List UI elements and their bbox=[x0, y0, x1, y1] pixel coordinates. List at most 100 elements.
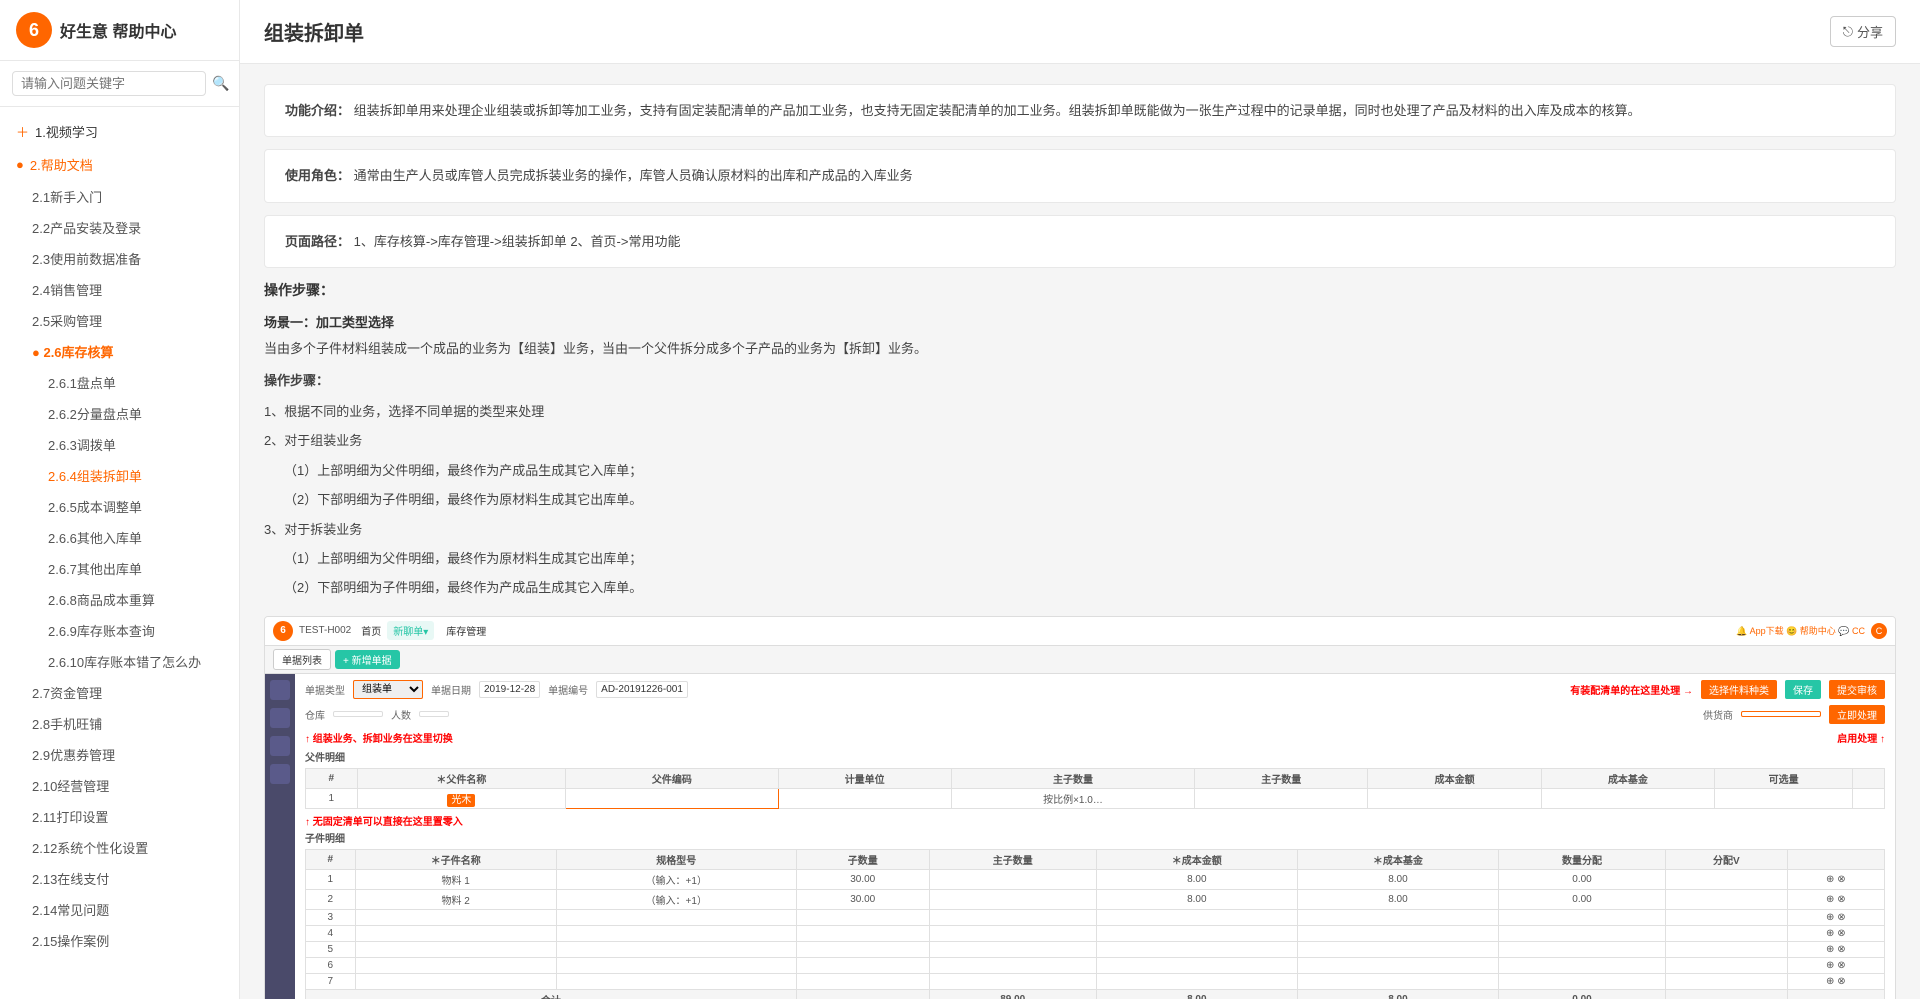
fake-sidebar-icon3 bbox=[270, 736, 290, 756]
page-header: 组装拆卸单 ⎋ 分享 bbox=[240, 0, 1920, 64]
fake-lower-row6: 6 ⊕ ⊗ bbox=[306, 957, 1885, 973]
sidebar-item-finance[interactable]: 2.7资金管理 bbox=[0, 677, 239, 708]
col-parent-code: 父件编码 bbox=[566, 768, 778, 788]
sidebar-item-video-learning[interactable]: ＋ 1.视频学习 bbox=[0, 115, 239, 148]
path-text: 1、库存核算->库存管理->组装拆卸单 2、首页->常用功能 bbox=[354, 234, 681, 249]
fake-btn-save[interactable]: 保存 bbox=[1785, 680, 1821, 699]
search-icon[interactable]: 🔍 bbox=[212, 75, 229, 92]
sidebar-item-cost-recalc[interactable]: 2.6.8商品成本重算 bbox=[0, 584, 239, 615]
screenshot-wrapper: 6 TEST-H002 首页 新聊单▾ 库存管理 🔔 App下载 😊 帮助中心 … bbox=[264, 616, 1896, 999]
fake-table-row: 1 光木 按比例×1.0… bbox=[306, 788, 1885, 808]
fake-number-label: 单据编号 bbox=[548, 682, 588, 697]
search-input[interactable] bbox=[12, 71, 206, 96]
fake-btn-choose-bom[interactable]: 选择件料种类 bbox=[1701, 680, 1777, 699]
fake-body: 单据类型 组装单 拆卸单 单据日期 2019-12-28 单据编号 AD-201… bbox=[265, 674, 1895, 999]
sidebar-item-purchase[interactable]: 2.5采购管理 bbox=[0, 305, 239, 336]
fake-lower-row7: 7 ⊕ ⊗ bbox=[306, 973, 1885, 989]
function-intro-label: 功能介绍： bbox=[285, 103, 350, 118]
collapse-icon: ● bbox=[16, 157, 24, 172]
fake-company: TEST-H002 bbox=[299, 625, 351, 636]
fake-supplier-label: 供货商 bbox=[1703, 707, 1733, 722]
sidebar-item-faq[interactable]: 2.14常见问题 bbox=[0, 894, 239, 925]
sidebar-item-install[interactable]: 2.2产品安装及登录 bbox=[0, 212, 239, 243]
sidebar-item-coupon[interactable]: 2.9优惠券管理 bbox=[0, 739, 239, 770]
scene1-intro: 当由多个子件材料组装成一个成品的业务为【组装】业务，当由一个父件拆分成多个子产品… bbox=[264, 337, 1896, 360]
sidebar-item-transfer[interactable]: 2.6.3调拨单 bbox=[0, 429, 239, 460]
step2: 2、对于组装业务 bbox=[264, 429, 1896, 452]
sidebar-item-inventory[interactable]: ● 2.6库存核算 bbox=[0, 336, 239, 367]
fake-lower-row3: 3 ⊕ ⊗ bbox=[306, 909, 1885, 925]
sidebar-item-help-docs[interactable]: ● 2.帮助文档 bbox=[0, 148, 239, 181]
fake-lower-total: 合计 89.00 8.00 8.00 0.00 bbox=[306, 989, 1885, 999]
fake-annotation4: 启用处理 ↑ bbox=[1837, 730, 1885, 745]
ops-steps-block: 操作步骤： 场景一：加工类型选择 当由多个子件材料组装成一个成品的业务为【组装】… bbox=[264, 280, 1896, 600]
role-label: 使用角色： bbox=[285, 168, 350, 183]
sidebar-item-other-out[interactable]: 2.6.7其他出库单 bbox=[0, 553, 239, 584]
fake-nav-home: 首页 bbox=[361, 623, 381, 638]
sidebar-item-sales[interactable]: 2.4销售管理 bbox=[0, 274, 239, 305]
sidebar-item-print[interactable]: 2.11打印设置 bbox=[0, 801, 239, 832]
screenshot-inner: 6 TEST-H002 首页 新聊单▾ 库存管理 🔔 App下载 😊 帮助中心 … bbox=[265, 617, 1895, 999]
step2-2: （2）下部明细为子件明细，最终作为原材料生成其它出库单。 bbox=[264, 488, 1896, 511]
col-goods: ＊父件名称 bbox=[357, 768, 566, 788]
sidebar-item-stocktake[interactable]: 2.6.1盘点单 bbox=[0, 367, 239, 398]
fake-annotation-row: ↑ 组装业务、拆卸业务在这里切换 启用处理 ↑ bbox=[305, 730, 1885, 745]
expand-icon: ＋ bbox=[16, 122, 29, 141]
share-button[interactable]: ⎋ 分享 bbox=[1830, 16, 1896, 47]
fake-nav-icons: 🔔 App下载 😊 帮助中心 💬 CC bbox=[1736, 624, 1865, 637]
fake-tab-add: + 新增单据 bbox=[335, 650, 400, 669]
col-ops bbox=[1853, 768, 1885, 788]
sidebar-item-ledger-query[interactable]: 2.6.9库存账本查询 bbox=[0, 615, 239, 646]
fake-lower-row1: 1 物料 1 （输入：+1） 30.00 8.00 8.00 0.00 bbox=[306, 869, 1885, 889]
sidebar-item-other-in[interactable]: 2.6.6其他入库单 bbox=[0, 522, 239, 553]
fake-user-avatar: C bbox=[1871, 623, 1887, 639]
role-block: 使用角色： 通常由生产人员或库管人员完成拆装业务的操作，库管人员确认原材料的出库… bbox=[264, 149, 1896, 202]
fake-date-label: 单据日期 bbox=[431, 682, 471, 697]
sidebar-item-system-settings[interactable]: 2.12系统个性化设置 bbox=[0, 832, 239, 863]
main-panel: 组装拆卸单 ⎋ 分享 功能介绍： 组装拆卸单用来处理企业组装或拆卸等加工业务，支… bbox=[240, 0, 1920, 999]
share-icon: ⎋ bbox=[1843, 24, 1853, 40]
sidebar-item-data-prep[interactable]: 2.3使用前数据准备 bbox=[0, 243, 239, 274]
sidebar-item-cost-adjust[interactable]: 2.6.5成本调整单 bbox=[0, 491, 239, 522]
fake-date-value: 2019-12-28 bbox=[479, 681, 540, 698]
sidebar-item-operations[interactable]: 2.10经营管理 bbox=[0, 770, 239, 801]
sidebar-item-split-stocktake[interactable]: 2.6.2分量盘点单 bbox=[0, 398, 239, 429]
minus-icon: ● bbox=[32, 345, 43, 360]
ops-title: 操作步骤： bbox=[264, 280, 1896, 300]
sidebar-item-cases[interactable]: 2.15操作案例 bbox=[0, 925, 239, 956]
path-label: 页面路径： bbox=[285, 234, 350, 249]
sidebar-item-mobile[interactable]: 2.8手机旺铺 bbox=[0, 708, 239, 739]
role-text: 通常由生产人员或库管人员完成拆装业务的操作，库管人员确认原材料的出库和产成品的入… bbox=[354, 168, 913, 183]
fake-upper-table: # ＊父件名称 父件编码 计量单位 主子数量 主子数量 成本金额 成本基金 可选 bbox=[305, 768, 1885, 809]
sidebar: 6 好生意 帮助中心 🔍 ＋ 1.视频学习 ● 2.帮助文档 2.1新手入门 2… bbox=[0, 0, 240, 999]
fake-nav-item1: 库存管理 bbox=[446, 623, 486, 638]
col-unit: 计量单位 bbox=[778, 768, 951, 788]
sidebar-logo: 6 好生意 帮助中心 bbox=[0, 0, 239, 61]
fake-main-content: 单据类型 组装单 拆卸单 单据日期 2019-12-28 单据编号 AD-201… bbox=[295, 674, 1895, 999]
fake-form-top: 单据类型 组装单 拆卸单 单据日期 2019-12-28 单据编号 AD-201… bbox=[305, 680, 1885, 699]
function-intro-block: 功能介绍： 组装拆卸单用来处理企业组装或拆卸等加工业务，支持有固定装配清单的产品… bbox=[264, 84, 1896, 137]
step3-1: （1）上部明细为父件明细，最终作为原材料生成其它出库单； bbox=[264, 547, 1896, 570]
fake-upper-table-label: 父件明细 bbox=[305, 749, 1885, 764]
step3: 3、对于拆装业务 bbox=[264, 518, 1896, 541]
fake-sidebar-icon2 bbox=[270, 708, 290, 728]
search-box[interactable]: 🔍 bbox=[0, 61, 239, 107]
sidebar-item-online-payment[interactable]: 2.13在线支付 bbox=[0, 863, 239, 894]
fake-btn-submit[interactable]: 提交审核 bbox=[1829, 680, 1885, 699]
step1: 1、根据不同的业务，选择不同单据的类型来处理 bbox=[264, 400, 1896, 423]
col-cost: 成本金额 bbox=[1368, 768, 1541, 788]
sidebar-item-label: 1.视频学习 bbox=[35, 122, 98, 141]
fake-btn-confirm-enable[interactable]: 立即处理 bbox=[1829, 705, 1885, 724]
sidebar-item-ledger-fix[interactable]: 2.6.10库存账本错了怎么办 bbox=[0, 646, 239, 677]
step3-2: （2）下部明细为子件明细，最终作为产成品生成其它入库单。 bbox=[264, 576, 1896, 599]
fake-annotation3: ↑ 组装业务、拆卸业务在这里切换 bbox=[305, 730, 453, 745]
fake-annotation5: ↑ 无固定清单可以直接在这里置零入 bbox=[305, 813, 463, 828]
col-available: 可选量 bbox=[1715, 768, 1853, 788]
fake-number-value: AD-20191226-001 bbox=[596, 681, 688, 698]
sidebar-item-beginner[interactable]: 2.1新手入门 bbox=[0, 181, 239, 212]
fake-type-select[interactable]: 组装单 拆卸单 bbox=[353, 680, 423, 699]
page-title: 组装拆卸单 bbox=[264, 17, 364, 46]
sidebar-item-label: 2.帮助文档 bbox=[30, 155, 93, 174]
fake-annotation5-row: ↑ 无固定清单可以直接在这里置零入 bbox=[305, 813, 1885, 828]
sidebar-item-assembly[interactable]: 2.6.4组装拆卸单 bbox=[0, 460, 239, 491]
